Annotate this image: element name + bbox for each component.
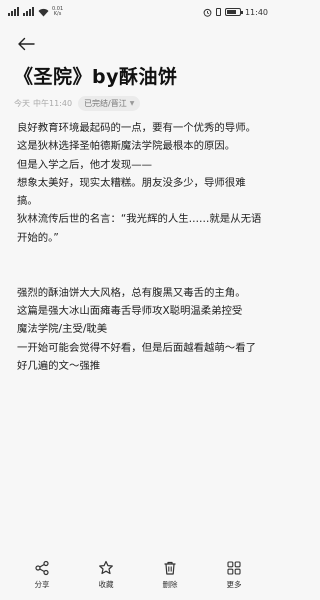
note-date: 今天	[14, 99, 30, 108]
note-blank-line	[17, 265, 263, 283]
category-tag-label: 已完结/晋江	[84, 99, 127, 108]
net-speed: 0.01 K/s	[52, 6, 64, 17]
bottom-action-bar: 分享 收藏 删除 更多	[0, 550, 276, 600]
note-paragraph: 一开始可能会觉得不好看，但是后面越看越萌～看了好几遍的文～强推	[17, 341, 256, 372]
delete-label: 删除	[162, 580, 178, 589]
note-paragraph: 强烈的酥油饼大大风格，总有腹黑又毒舌的主角。	[17, 286, 246, 299]
caret-down-icon: ▼	[129, 100, 135, 107]
signal-icon-2	[23, 7, 35, 17]
status-bar: 0.01 K/s 11:40	[0, 0, 276, 24]
vibrate-icon	[215, 8, 221, 16]
favorite-button[interactable]: 收藏	[78, 560, 134, 590]
more-icon	[227, 561, 241, 575]
note-paragraph: 魔法学院/主受/耽美	[17, 323, 108, 336]
note-paragraph: 狄林流传后世的名言：“我光辉的人生……就是从无语开始的。”	[17, 213, 262, 244]
signal-icon	[8, 7, 20, 17]
status-left: 0.01 K/s	[8, 7, 63, 17]
status-right: 11:40	[203, 8, 268, 17]
wifi-icon	[38, 8, 49, 16]
star-icon	[99, 560, 113, 575]
alarm-icon	[203, 8, 212, 17]
battery-icon	[224, 8, 243, 16]
note-paragraph: 这是狄林选择圣帕德斯魔法学院最根本的原因。	[17, 140, 236, 153]
note-blank-line	[17, 247, 263, 265]
clock: 11:40	[244, 7, 268, 17]
note-paragraph: 良好教育环境最起码的一点，要有一个优秀的导师。	[17, 122, 256, 134]
category-tag[interactable]: 已完结/晋江 ▼	[78, 96, 141, 111]
favorite-label: 收藏	[98, 580, 114, 589]
back-arrow-icon	[18, 37, 35, 51]
more-label: 更多	[226, 580, 242, 589]
note-time: 中午11:40	[33, 99, 73, 108]
note-body[interactable]: 良好教育环境最起码的一点，要有一个优秀的导师。 这是狄林选择圣帕德斯魔法学院最根…	[17, 119, 263, 375]
note-paragraph: 但是入学之后，他才发现——	[17, 158, 153, 171]
trash-icon	[164, 561, 176, 575]
delete-button[interactable]: 删除	[142, 560, 198, 590]
share-label: 分享	[34, 580, 50, 589]
note-paragraph: 想象太美好，现实太糟糕。朋友没多少，导师很难搞。	[17, 176, 246, 208]
more-button[interactable]: 更多	[206, 560, 262, 590]
note-title[interactable]: 《圣院》by酥油饼	[14, 62, 264, 89]
note-paragraph: 这篇是强大冰山面瘫毒舌导师攻X聪明温柔弟控受	[17, 304, 243, 317]
back-button[interactable]	[14, 32, 38, 56]
note-meta: 今天 中午11:40 已完结/晋江 ▼	[14, 96, 141, 111]
share-icon	[35, 560, 49, 576]
share-button[interactable]: 分享	[14, 560, 70, 590]
